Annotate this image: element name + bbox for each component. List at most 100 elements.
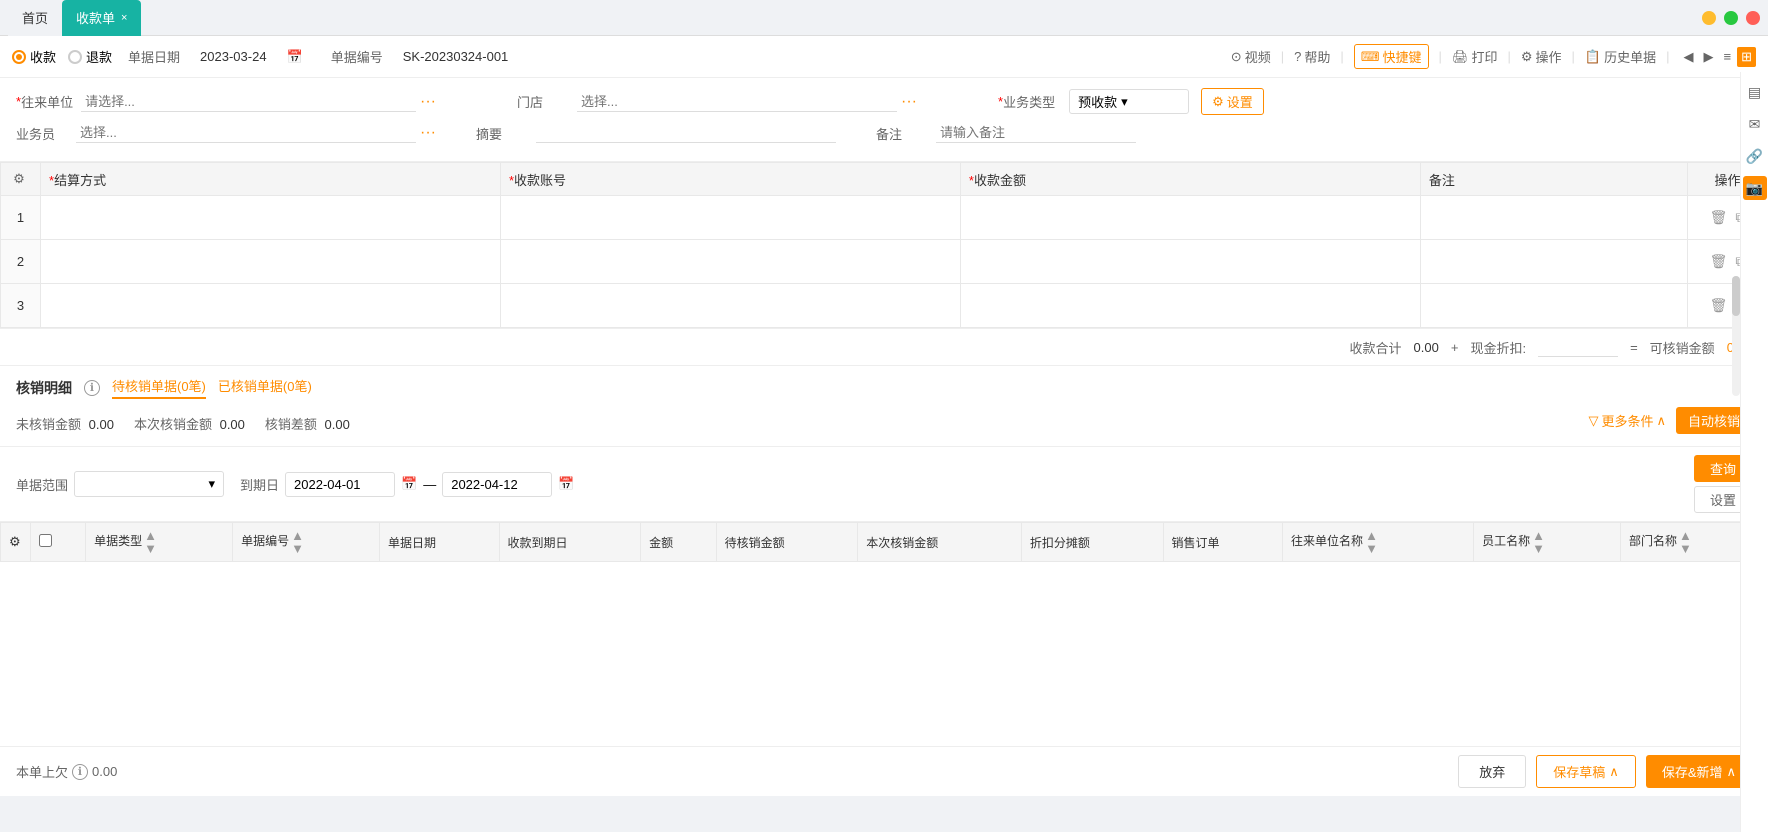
tab-close-icon[interactable]: × bbox=[121, 12, 127, 24]
history-btn[interactable]: 📋 历史单据 bbox=[1585, 47, 1656, 66]
save-label: 保存&新增 bbox=[1662, 762, 1723, 781]
scrollbar-thumb[interactable] bbox=[1732, 276, 1740, 316]
tab-active[interactable]: 收款单 × bbox=[62, 0, 141, 36]
radio-refund[interactable]: 退款 bbox=[68, 47, 112, 66]
draft-chevron-icon: ∧ bbox=[1609, 764, 1619, 780]
discount-input[interactable] bbox=[1538, 337, 1618, 357]
minimize-button[interactable] bbox=[1702, 11, 1716, 25]
help-btn[interactable]: ? 帮助 bbox=[1294, 47, 1330, 66]
tab-home[interactable]: 首页 bbox=[8, 0, 62, 36]
store-more-icon[interactable]: ··· bbox=[901, 93, 917, 111]
next-nav-btn[interactable]: ▶ bbox=[1700, 47, 1718, 67]
staff-input[interactable] bbox=[76, 123, 416, 143]
th-type: 单据类型▲▼ bbox=[86, 523, 233, 562]
radio-refund-label: 退款 bbox=[86, 47, 112, 66]
more-conditions-btn[interactable]: ▽ 更多条件 ∧ bbox=[1588, 411, 1666, 430]
grid-view-btn[interactable]: ⊞ bbox=[1737, 47, 1756, 67]
th-due: 收款到期日 bbox=[499, 523, 641, 562]
sep3: | bbox=[1439, 49, 1442, 64]
hx-tab-done[interactable]: 已核销单据(0笔) bbox=[218, 376, 312, 399]
staff-field: 业务员 ··· bbox=[16, 123, 436, 143]
business-type-field: * 业务类型 预收款 ▾ bbox=[998, 89, 1189, 114]
sep1: | bbox=[1281, 49, 1284, 64]
shortcut-icon: ⌨ bbox=[1361, 49, 1380, 65]
save-button[interactable]: 保存&新增 ∧ bbox=[1646, 755, 1752, 788]
form-row-2: 业务员 ··· 摘要 备注 bbox=[16, 123, 1752, 143]
hx-info-icon[interactable]: ℹ bbox=[84, 380, 100, 396]
date-from-input[interactable] bbox=[285, 472, 395, 497]
date-to-input[interactable] bbox=[442, 472, 552, 497]
draft-button[interactable]: 保存草稿 ∧ bbox=[1536, 755, 1636, 788]
cell-note-2[interactable] bbox=[1420, 240, 1687, 284]
settings-button[interactable]: ⚙ 设置 bbox=[1201, 88, 1264, 115]
delete-icon-1[interactable]: 🗑 bbox=[1710, 209, 1728, 226]
scrollbar[interactable] bbox=[1732, 276, 1740, 396]
calendar-to-icon[interactable]: 📅 bbox=[558, 476, 574, 492]
shortcut-btn[interactable]: ⌨ 快捷键 bbox=[1354, 44, 1429, 69]
cell-settlement-2[interactable] bbox=[41, 240, 501, 284]
radio-receipt-dot bbox=[12, 50, 26, 64]
cell-settlement-1[interactable] bbox=[41, 196, 501, 240]
operation-btn[interactable]: ⚙ 操作 bbox=[1521, 47, 1562, 66]
right-link-icon[interactable]: 🔗 bbox=[1743, 144, 1767, 168]
cell-account-2[interactable] bbox=[500, 240, 960, 284]
note-input[interactable] bbox=[936, 123, 1136, 143]
range-select[interactable]: ▾ bbox=[74, 471, 224, 497]
cell-note-3[interactable] bbox=[1420, 284, 1687, 328]
store-input[interactable] bbox=[577, 92, 897, 112]
print-icon: 🖨 bbox=[1452, 49, 1469, 65]
cell-amount-2[interactable] bbox=[960, 240, 1420, 284]
right-table-icon[interactable]: ▤ bbox=[1743, 80, 1767, 104]
cell-account-3[interactable] bbox=[500, 284, 960, 328]
table-gear-icon[interactable]: ⚙ bbox=[9, 169, 29, 189]
discard-button[interactable]: 放弃 bbox=[1458, 755, 1526, 788]
cell-amount-3[interactable] bbox=[960, 284, 1420, 328]
footer-info-icon[interactable]: ℹ bbox=[72, 764, 88, 780]
view-toggle: ◀ ▶ ≡ ⊞ bbox=[1680, 47, 1757, 67]
th-discount: 折扣分摊额 bbox=[1021, 523, 1163, 562]
equals-sign: = bbox=[1630, 340, 1638, 355]
row-num-1: 1 bbox=[1, 196, 41, 240]
form-row-1: * 往来单位 ··· 门店 ··· * 业务类型 预收款 ▾ bbox=[16, 88, 1752, 115]
right-mail-icon[interactable]: ✉ bbox=[1743, 112, 1767, 136]
available-label: 可核销金额 bbox=[1650, 338, 1715, 357]
list-view-btn[interactable]: ≡ bbox=[1720, 47, 1736, 66]
gear-bottom-icon[interactable]: ⚙ bbox=[9, 534, 21, 549]
cell-amount-1[interactable] bbox=[960, 196, 1420, 240]
prev-nav-btn[interactable]: ◀ bbox=[1680, 47, 1698, 67]
settings-label: 设置 bbox=[1227, 92, 1253, 111]
store-field: 门店 ··· bbox=[517, 92, 917, 112]
discount-label: 现金折扣: bbox=[1470, 338, 1526, 357]
radio-receipt[interactable]: 收款 bbox=[12, 47, 56, 66]
calendar-from-icon[interactable]: 📅 bbox=[401, 476, 417, 492]
close-button[interactable] bbox=[1746, 11, 1760, 25]
th-staff-name: 员工名称▲▼ bbox=[1474, 523, 1621, 562]
bottom-table: ⚙ 单据类型▲▼ 单据编号▲▼ 单据日期 收款到期日 金额 bbox=[0, 522, 1768, 562]
filter-icon: ▽ bbox=[1588, 413, 1598, 429]
cell-note-1[interactable] bbox=[1420, 196, 1687, 240]
gear-header[interactable]: ⚙ bbox=[1, 163, 41, 196]
calendar-icon[interactable]: 📅 bbox=[287, 49, 303, 65]
business-type-select[interactable]: 预收款 ▾ bbox=[1069, 89, 1189, 114]
staff-more-icon[interactable]: ··· bbox=[420, 124, 436, 142]
diff-value: 0.00 bbox=[325, 417, 350, 432]
footer-info: 本单上欠 ℹ 0.00 bbox=[16, 762, 117, 781]
maximize-button[interactable] bbox=[1724, 11, 1738, 25]
business-type-label: 业务类型 bbox=[1003, 92, 1063, 111]
delete-icon-3[interactable]: 🗑 bbox=[1710, 297, 1728, 314]
partner-more-icon[interactable]: ··· bbox=[420, 93, 436, 111]
cell-account-1[interactable] bbox=[500, 196, 960, 240]
sep2: | bbox=[1340, 49, 1343, 64]
delete-icon-2[interactable]: 🗑 bbox=[1710, 253, 1728, 270]
select-all-checkbox[interactable] bbox=[39, 534, 52, 547]
partner-input[interactable] bbox=[81, 92, 416, 112]
cell-settlement-3[interactable] bbox=[41, 284, 501, 328]
summary-input[interactable] bbox=[536, 123, 836, 143]
right-camera-icon[interactable]: 📷 bbox=[1743, 176, 1767, 200]
this-order-label: 本单上欠 bbox=[16, 762, 68, 781]
hx-tab-pending[interactable]: 待核销单据(0笔) bbox=[112, 376, 206, 399]
video-btn[interactable]: ⊙ 视频 bbox=[1231, 47, 1271, 66]
print-btn[interactable]: 🖨 打印 bbox=[1452, 47, 1498, 66]
date-separator: — bbox=[423, 477, 436, 492]
note-label: 备注 bbox=[876, 124, 936, 143]
